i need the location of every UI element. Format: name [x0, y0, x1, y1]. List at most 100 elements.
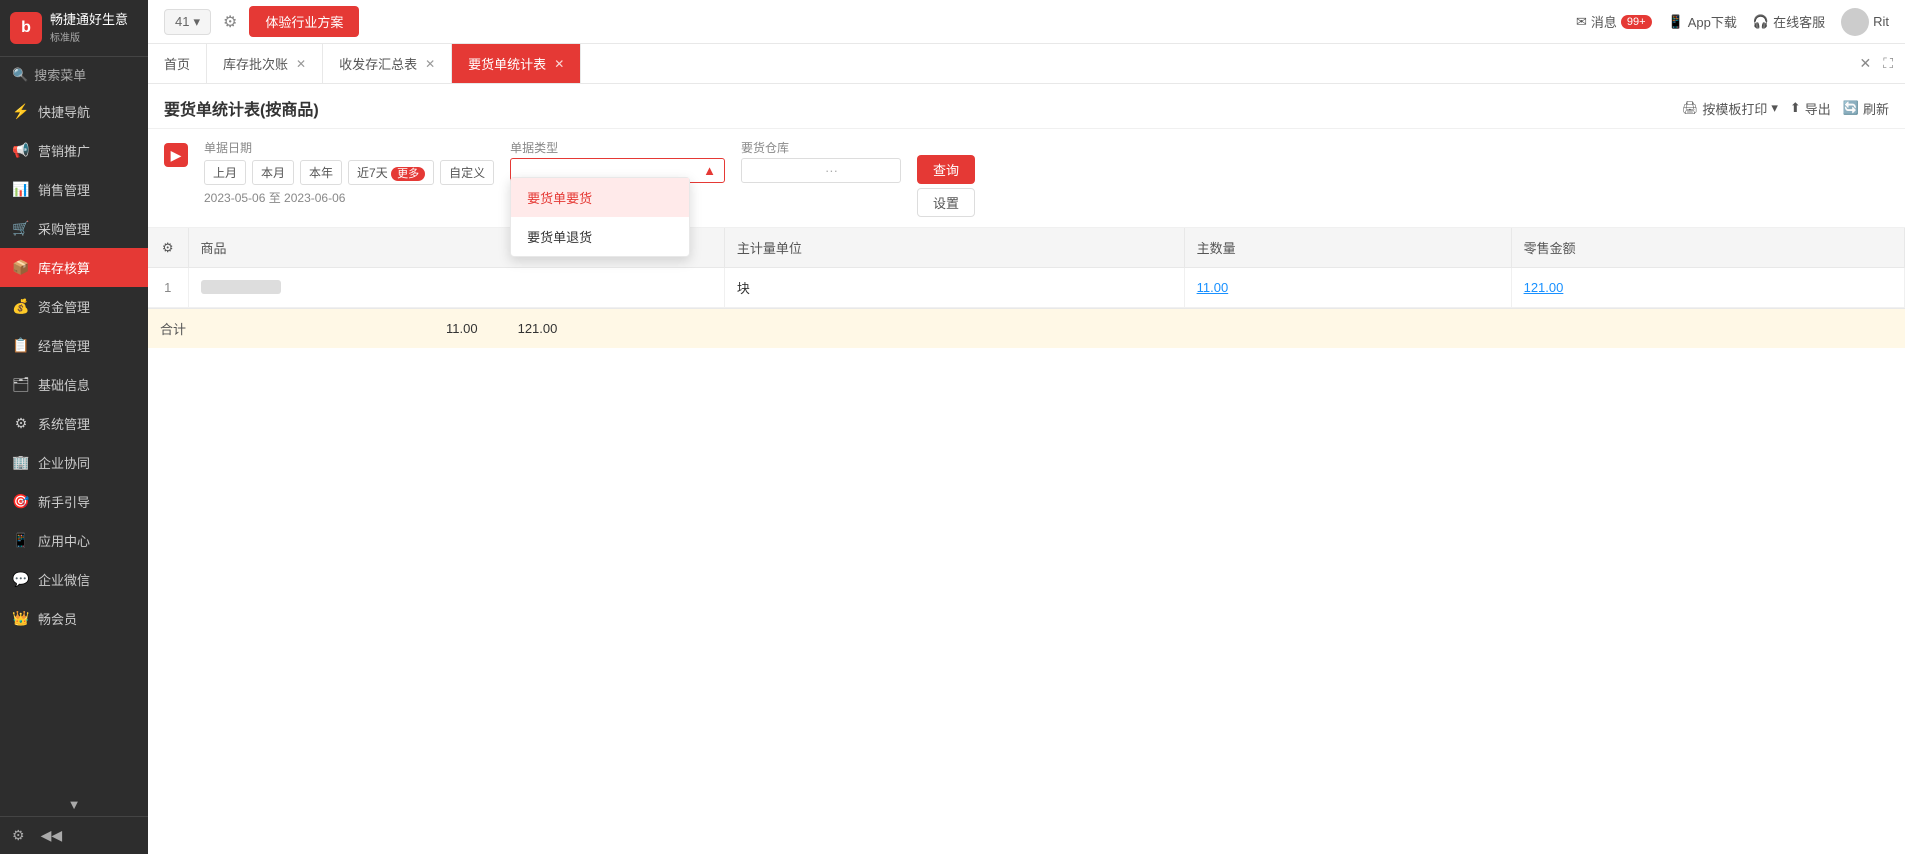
brand-name: 畅捷通好生意: [50, 12, 128, 29]
col-settings[interactable]: ⚙: [148, 228, 188, 268]
filter-toggle-btn[interactable]: ▶: [164, 143, 188, 167]
col-quantity: 主数量: [1184, 228, 1511, 268]
dropdown-item-order-return[interactable]: 要货单退货: [511, 217, 689, 256]
online-service-label: 在线客服: [1773, 12, 1825, 31]
sidebar-item-wechat[interactable]: 💬 企业微信: [0, 560, 148, 599]
phone-icon: 📱: [1668, 14, 1684, 30]
tab-receive-summary[interactable]: 收发存汇总表 ✕: [323, 44, 452, 83]
tab-order-stats[interactable]: 要货单统计表 ✕: [452, 44, 581, 83]
sidebar-item-label: 企业微信: [38, 570, 90, 589]
footer-amount: 121.00: [518, 321, 558, 336]
trial-btn[interactable]: 体验行业方案: [249, 6, 359, 37]
dropdown-item-order-goods[interactable]: 要货单要货: [511, 178, 689, 217]
guide-icon: 🎯: [12, 493, 30, 511]
system-icon: ⚙: [12, 415, 30, 433]
export-icon: ⬆: [1790, 100, 1801, 116]
app-download-item[interactable]: 📱 App下载: [1668, 12, 1737, 31]
sidebar-item-system[interactable]: ⚙ 系统管理: [0, 404, 148, 443]
sidebar-item-operations[interactable]: 📋 经营管理: [0, 326, 148, 365]
date-btn-this-month[interactable]: 本月: [252, 160, 294, 185]
tab-order-stats-close[interactable]: ✕: [554, 57, 564, 71]
print-label: 按模板打印: [1702, 99, 1767, 118]
tab-home[interactable]: 首页: [148, 44, 207, 83]
sidebar-item-basic-info[interactable]: 🗂 基础信息: [0, 365, 148, 404]
print-template-btn[interactable]: 🖨 按模板打印 ▾: [1682, 99, 1778, 118]
warehouse-more-icon[interactable]: ···: [825, 163, 892, 178]
sidebar-item-app-center[interactable]: 📱 应用中心: [0, 521, 148, 560]
sales-icon: 📊: [12, 181, 30, 199]
sidebar-item-quick-nav[interactable]: ⚡ 快捷导航: [0, 92, 148, 131]
collapse-icon[interactable]: ◀◀: [41, 827, 63, 844]
user-avatar-item[interactable]: Rit: [1841, 8, 1889, 36]
company-dropdown[interactable]: 41 ▾: [164, 9, 211, 35]
tabs-right: ✕ ⛶: [1855, 53, 1905, 74]
footer-quantity: 11.00: [446, 321, 478, 336]
sidebar-item-guide[interactable]: 🎯 新手引导: [0, 482, 148, 521]
brand-sub: 标准版: [50, 29, 128, 44]
wechat-icon: 💬: [12, 571, 30, 589]
sidebar-item-label: 基础信息: [38, 375, 90, 394]
sidebar-search-label: 搜索菜单: [34, 65, 86, 84]
order-type-filter-group: 单据类型 ▲ 要货单要货 要货单退货: [510, 139, 725, 183]
sidebar-item-label: 经营管理: [38, 336, 90, 355]
sidebar-item-finance[interactable]: 💰 资金管理: [0, 287, 148, 326]
print-icon: 🖨: [1682, 100, 1699, 116]
date-btn-last-7-days[interactable]: 近7天 更多: [348, 160, 434, 185]
date-btn-this-year[interactable]: 本年: [300, 160, 342, 185]
user-avatar: [1841, 8, 1869, 36]
tab-maximize-icon[interactable]: ⛶: [1879, 53, 1897, 74]
export-btn[interactable]: ⬆ 导出: [1790, 99, 1831, 118]
membership-icon: 👑: [12, 610, 30, 628]
sidebar-scroll-down[interactable]: ▼: [0, 793, 148, 816]
marketing-icon: 📢: [12, 142, 30, 160]
warehouse-input[interactable]: ···: [741, 158, 901, 183]
refresh-btn[interactable]: 🔄 刷新: [1843, 99, 1889, 118]
warehouse-filter-group: 要货仓库 ···: [741, 139, 901, 183]
settings-btn[interactable]: 设置: [917, 188, 975, 217]
footer-label: 合计: [160, 319, 186, 338]
tab-order-stats-label: 要货单统计表: [468, 54, 546, 73]
data-table: ⚙ 商品 主计量单位 主数量 零售金额 1 块: [148, 228, 1905, 308]
date-more-badge[interactable]: 更多: [391, 167, 425, 181]
tab-inventory-batch-close[interactable]: ✕: [296, 57, 306, 71]
date-btn-custom[interactable]: 自定义: [440, 160, 494, 185]
quick-nav-icon: ⚡: [12, 103, 30, 121]
sidebar-search[interactable]: 🔍 搜索菜单: [0, 57, 148, 92]
sidebar-item-membership[interactable]: 👑 畅会员: [0, 599, 148, 638]
cell-unit: 块: [724, 268, 1184, 308]
cell-no: 1: [148, 268, 188, 308]
order-type-text-input[interactable]: [519, 163, 695, 178]
cell-quantity: 11.00: [1184, 268, 1511, 308]
order-type-dropdown: 要货单要货 要货单退货: [510, 177, 690, 257]
quantity-link[interactable]: 11.00: [1197, 280, 1229, 295]
date-btn-last-month[interactable]: 上月: [204, 160, 246, 185]
settings-bottom-icon[interactable]: ⚙: [12, 827, 25, 844]
main-content: 41 ▾ ⚙ 体验行业方案 ✉ 消息 99+ 📱 App下载 🎧 在线客服 Ri…: [148, 0, 1905, 854]
tab-receive-summary-close[interactable]: ✕: [425, 57, 435, 71]
tab-inventory-batch[interactable]: 库存批次账 ✕: [207, 44, 323, 83]
purchase-icon: 🛒: [12, 220, 30, 238]
sidebar-item-sales[interactable]: 📊 销售管理: [0, 170, 148, 209]
refresh-label: 刷新: [1863, 99, 1889, 118]
cell-amount: 121.00: [1511, 268, 1904, 308]
sidebar-item-purchase[interactable]: 🛒 采购管理: [0, 209, 148, 248]
messages-item[interactable]: ✉ 消息 99+: [1576, 12, 1652, 31]
app-download-label: App下载: [1688, 12, 1737, 31]
table-row: 1 块 11.00 121.00: [148, 268, 1905, 308]
date-filter-row: 上月 本月 本年 近7天 更多 自定义: [204, 160, 494, 185]
page-header: 要货单统计表(按商品) 🖨 按模板打印 ▾ ⬆ 导出 🔄 刷新: [148, 84, 1905, 129]
tab-close-all-icon[interactable]: ✕: [1855, 53, 1875, 74]
query-btn[interactable]: 查询: [917, 155, 975, 184]
date-filter-label: 单据日期: [204, 139, 494, 156]
export-label: 导出: [1805, 99, 1831, 118]
sidebar-item-marketing[interactable]: 📢 营销推广: [0, 131, 148, 170]
date-range-display: 2023-05-06 至 2023-06-06: [204, 189, 494, 206]
order-type-chevron-icon[interactable]: ▲: [703, 163, 716, 178]
amount-link[interactable]: 121.00: [1524, 280, 1564, 295]
sidebar-item-enterprise[interactable]: 🏢 企业协同: [0, 443, 148, 482]
messages-badge: 99+: [1621, 15, 1652, 29]
online-service-item[interactable]: 🎧 在线客服: [1753, 12, 1825, 31]
sidebar-item-inventory[interactable]: 📦 库存核算: [0, 248, 148, 287]
topbar-gear-icon[interactable]: ⚙: [223, 12, 237, 32]
page-title: 要货单统计表(按商品): [164, 96, 319, 120]
